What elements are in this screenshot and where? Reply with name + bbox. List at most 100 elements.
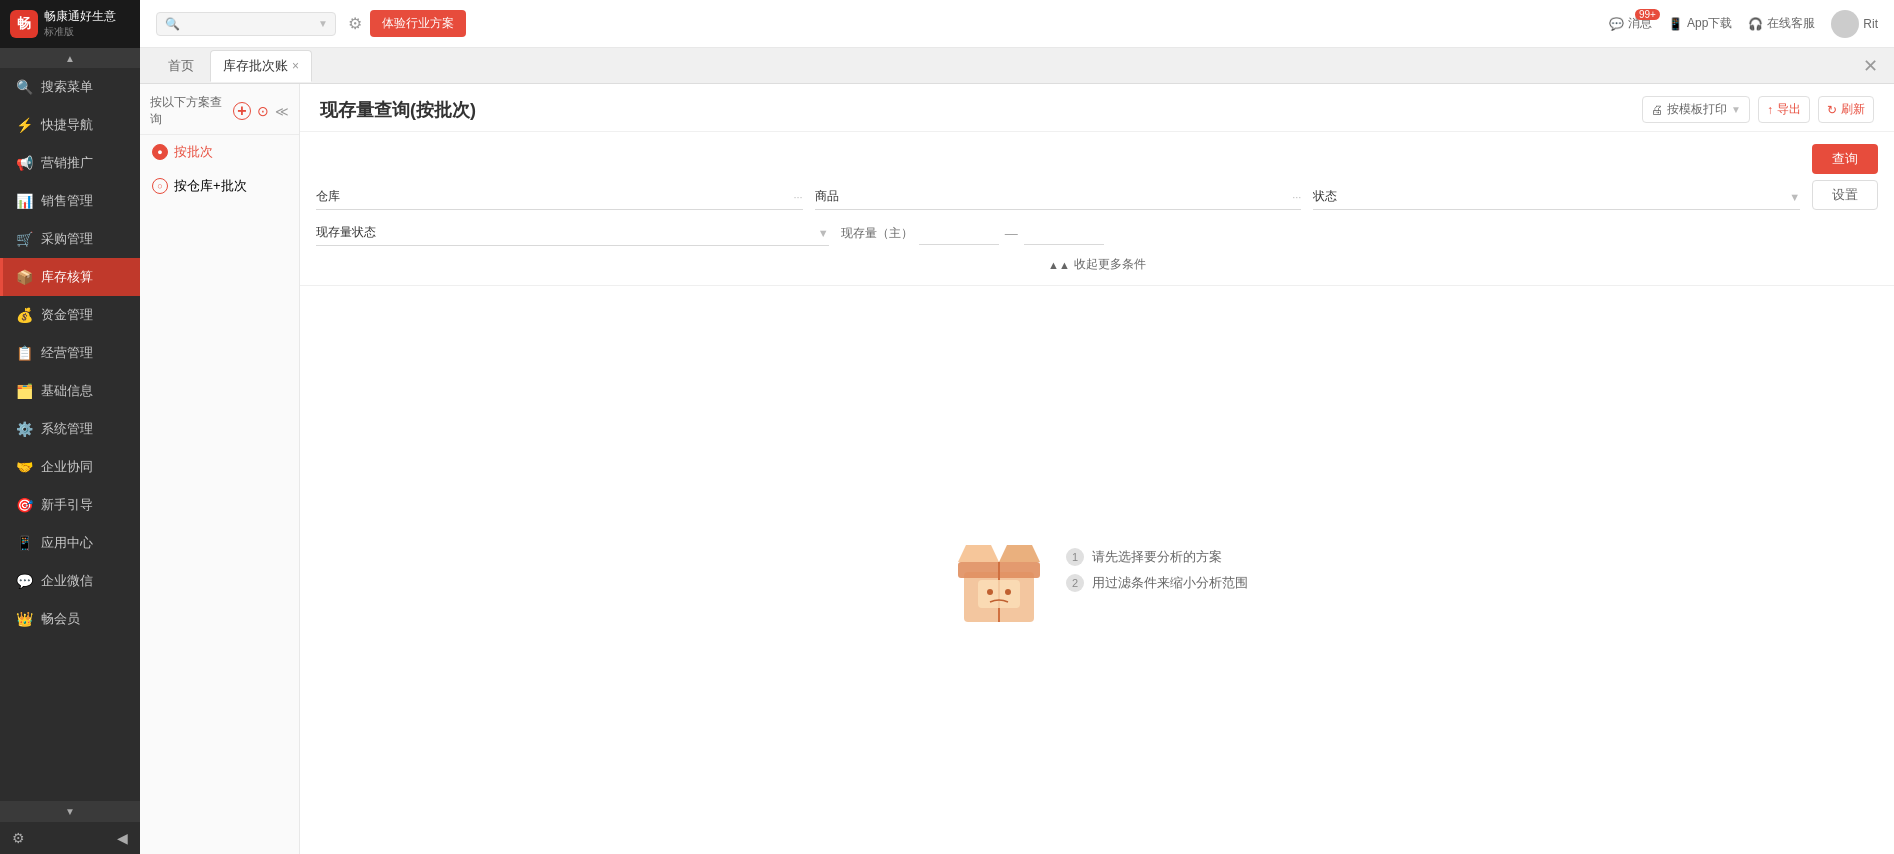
stock-qty-min-input[interactable]: [919, 222, 999, 245]
user-menu[interactable]: Rit: [1831, 10, 1878, 38]
empty-state: 1 请先选择要分析的方案 2 用过滤条件来缩小分析范围: [300, 286, 1894, 854]
online-service-btn[interactable]: 🎧 在线客服: [1748, 15, 1815, 32]
phone-icon: 📱: [1668, 17, 1683, 31]
sidebar-item-system[interactable]: ⚙️ 系统管理: [0, 410, 140, 448]
goods-select[interactable]: 商品 ···: [815, 184, 1302, 210]
warehouse-field: 仓库 ···: [316, 184, 803, 210]
scheme-collapse-btn[interactable]: ≪: [275, 104, 289, 119]
scheme-item-warehouse-batch[interactable]: ○ 按仓库+批次: [140, 169, 299, 203]
status-chevron-icon[interactable]: ▼: [1789, 191, 1800, 203]
goods-label: 商品: [815, 188, 1293, 205]
tab-inventory-batch[interactable]: 库存批次账 ×: [210, 50, 312, 82]
wechat-icon: 💬: [15, 572, 33, 590]
empty-illustration: [946, 520, 1046, 620]
collapse-icon: ▲▲: [1048, 259, 1070, 271]
stock-qty-max-input[interactable]: [1024, 222, 1104, 245]
sidebar-item-operations[interactable]: 📋 经营管理: [0, 334, 140, 372]
scheme-header-label: 按以下方案查询: [150, 94, 233, 128]
scheme-settings-btn[interactable]: ⊙: [257, 103, 269, 119]
stock-status-chevron[interactable]: ▼: [818, 227, 829, 239]
svg-marker-4: [999, 545, 1040, 562]
export-btn[interactable]: ↑ 导出: [1758, 96, 1810, 123]
sales-icon: 📊: [15, 192, 33, 210]
warehouse-label: 仓库: [316, 188, 794, 205]
collapse-filters-btn[interactable]: ▲▲ 收起更多条件: [316, 252, 1878, 273]
svg-marker-3: [958, 545, 999, 562]
newcomer-icon: 🎯: [15, 496, 33, 514]
sidebar-item-quick-nav[interactable]: ⚡ 快捷导航: [0, 106, 140, 144]
topbar-search-icon: 🔍: [165, 17, 180, 31]
content-area: 按以下方案查询 + ⊙ ≪ ● 按批次 ○ 按仓库+批次: [140, 84, 1894, 854]
industry-btn[interactable]: 体验行业方案: [370, 10, 466, 37]
scheme-panel: 按以下方案查询 + ⊙ ≪ ● 按批次 ○ 按仓库+批次: [140, 84, 300, 854]
tab-home[interactable]: 首页: [156, 51, 206, 81]
scheme-header: 按以下方案查询 + ⊙ ≪: [140, 84, 299, 135]
filter-section: 仓库 ··· 商品 ··· 状态 ▼: [300, 132, 1894, 286]
app-info: 畅康通好生意 标准版: [44, 9, 116, 39]
inventory-icon: 📦: [15, 268, 33, 286]
svg-rect-5: [978, 580, 1020, 608]
sidebar-scroll-up[interactable]: ▲: [0, 48, 140, 68]
scheme-batch-icon: ●: [152, 144, 168, 160]
step-1-text: 请先选择要分析的方案: [1092, 548, 1222, 566]
close-panel-btn[interactable]: ✕: [1863, 55, 1878, 77]
finance-icon: 💰: [15, 306, 33, 324]
sidebar-item-search[interactable]: 🔍 搜索菜单: [0, 68, 140, 106]
sidebar-item-wechat[interactable]: 💬 企业微信: [0, 562, 140, 600]
sidebar-item-inventory[interactable]: 📦 库存核算: [0, 258, 140, 296]
status-field: 状态 ▼: [1313, 184, 1800, 210]
stock-status-select[interactable]: 现存量状态 ▼: [316, 220, 829, 246]
main-content: 🔍 ▼ ⚙ 体验行业方案 💬 消息 99+ 📱 App下载 🎧 在线客服 Rit: [140, 0, 1894, 854]
sidebar-header: 畅 畅康通好生意 标准版: [0, 0, 140, 48]
goods-more-icon[interactable]: ···: [1292, 191, 1301, 203]
sidebar-item-enterprise[interactable]: 🤝 企业协同: [0, 448, 140, 486]
app-logo: 畅: [10, 10, 38, 38]
warehouse-select[interactable]: 仓库 ···: [316, 184, 803, 210]
step-2-num: 2: [1066, 574, 1084, 592]
status-select[interactable]: 状态 ▼: [1313, 184, 1800, 210]
empty-svg-illustration: [946, 520, 1056, 630]
svg-point-6: [987, 589, 993, 595]
sidebar-item-marketing[interactable]: 📢 营销推广: [0, 144, 140, 182]
refresh-btn[interactable]: ↻ 刷新: [1818, 96, 1874, 123]
collapse-sidebar-icon[interactable]: ◀: [117, 830, 128, 846]
headset-icon: 🎧: [1748, 17, 1763, 31]
topbar-dropdown-icon[interactable]: ▼: [318, 18, 328, 29]
scheme-item-batch[interactable]: ● 按批次: [140, 135, 299, 169]
topbar-right: 💬 消息 99+ 📱 App下载 🎧 在线客服 Rit: [1609, 10, 1878, 38]
message-icon: 💬: [1609, 17, 1624, 31]
sidebar-item-finance[interactable]: 💰 资金管理: [0, 296, 140, 334]
sidebar-item-basics[interactable]: 🗂️ 基础信息: [0, 372, 140, 410]
purchase-icon: 🛒: [15, 230, 33, 248]
print-btn[interactable]: 🖨 按模板打印 ▼: [1642, 96, 1750, 123]
sidebar-item-member[interactable]: 👑 畅会员: [0, 600, 140, 638]
filter-settings-btn[interactable]: 设置: [1812, 180, 1878, 210]
settings-icon[interactable]: ⚙: [12, 830, 25, 846]
query-btn[interactable]: 查询: [1812, 144, 1878, 174]
stock-qty-label: 现存量（主）: [841, 225, 913, 242]
print-dropdown-icon[interactable]: ▼: [1731, 104, 1741, 115]
topbar-search-box[interactable]: 🔍 ▼: [156, 12, 336, 36]
empty-steps: 1 请先选择要分析的方案 2 用过滤条件来缩小分析范围: [1066, 548, 1248, 592]
svg-point-7: [1005, 589, 1011, 595]
stock-qty-field: 现存量（主） —: [841, 222, 1354, 245]
tab-close-btn[interactable]: ×: [292, 59, 299, 73]
sidebar: 畅 畅康通好生意 标准版 ▲ 🔍 搜索菜单 ⚡ 快捷导航 📢 营销推广 📊 销售…: [0, 0, 140, 854]
goods-field: 商品 ···: [815, 184, 1302, 210]
scheme-warehouse-batch-icon: ○: [152, 178, 168, 194]
topbar-search-input[interactable]: [184, 17, 314, 31]
warehouse-more-icon[interactable]: ···: [794, 191, 803, 203]
sidebar-item-sales[interactable]: 📊 销售管理: [0, 182, 140, 220]
refresh-icon: ↻: [1827, 103, 1837, 117]
sidebar-item-newcomer[interactable]: 🎯 新手引导: [0, 486, 140, 524]
empty-step-2: 2 用过滤条件来缩小分析范围: [1066, 574, 1248, 592]
sidebar-item-apps[interactable]: 📱 应用中心: [0, 524, 140, 562]
topbar-settings-icon[interactable]: ⚙: [348, 14, 362, 33]
search-icon: 🔍: [15, 78, 33, 96]
sidebar-scroll-down[interactable]: ▼: [0, 801, 140, 821]
page-actions: 🖨 按模板打印 ▼ ↑ 导出 ↻ 刷新: [1642, 96, 1874, 123]
app-download-btn[interactable]: 📱 App下载: [1668, 15, 1732, 32]
messages-btn[interactable]: 💬 消息 99+: [1609, 15, 1652, 32]
scheme-add-btn[interactable]: +: [233, 102, 251, 120]
sidebar-item-purchase[interactable]: 🛒 采购管理: [0, 220, 140, 258]
